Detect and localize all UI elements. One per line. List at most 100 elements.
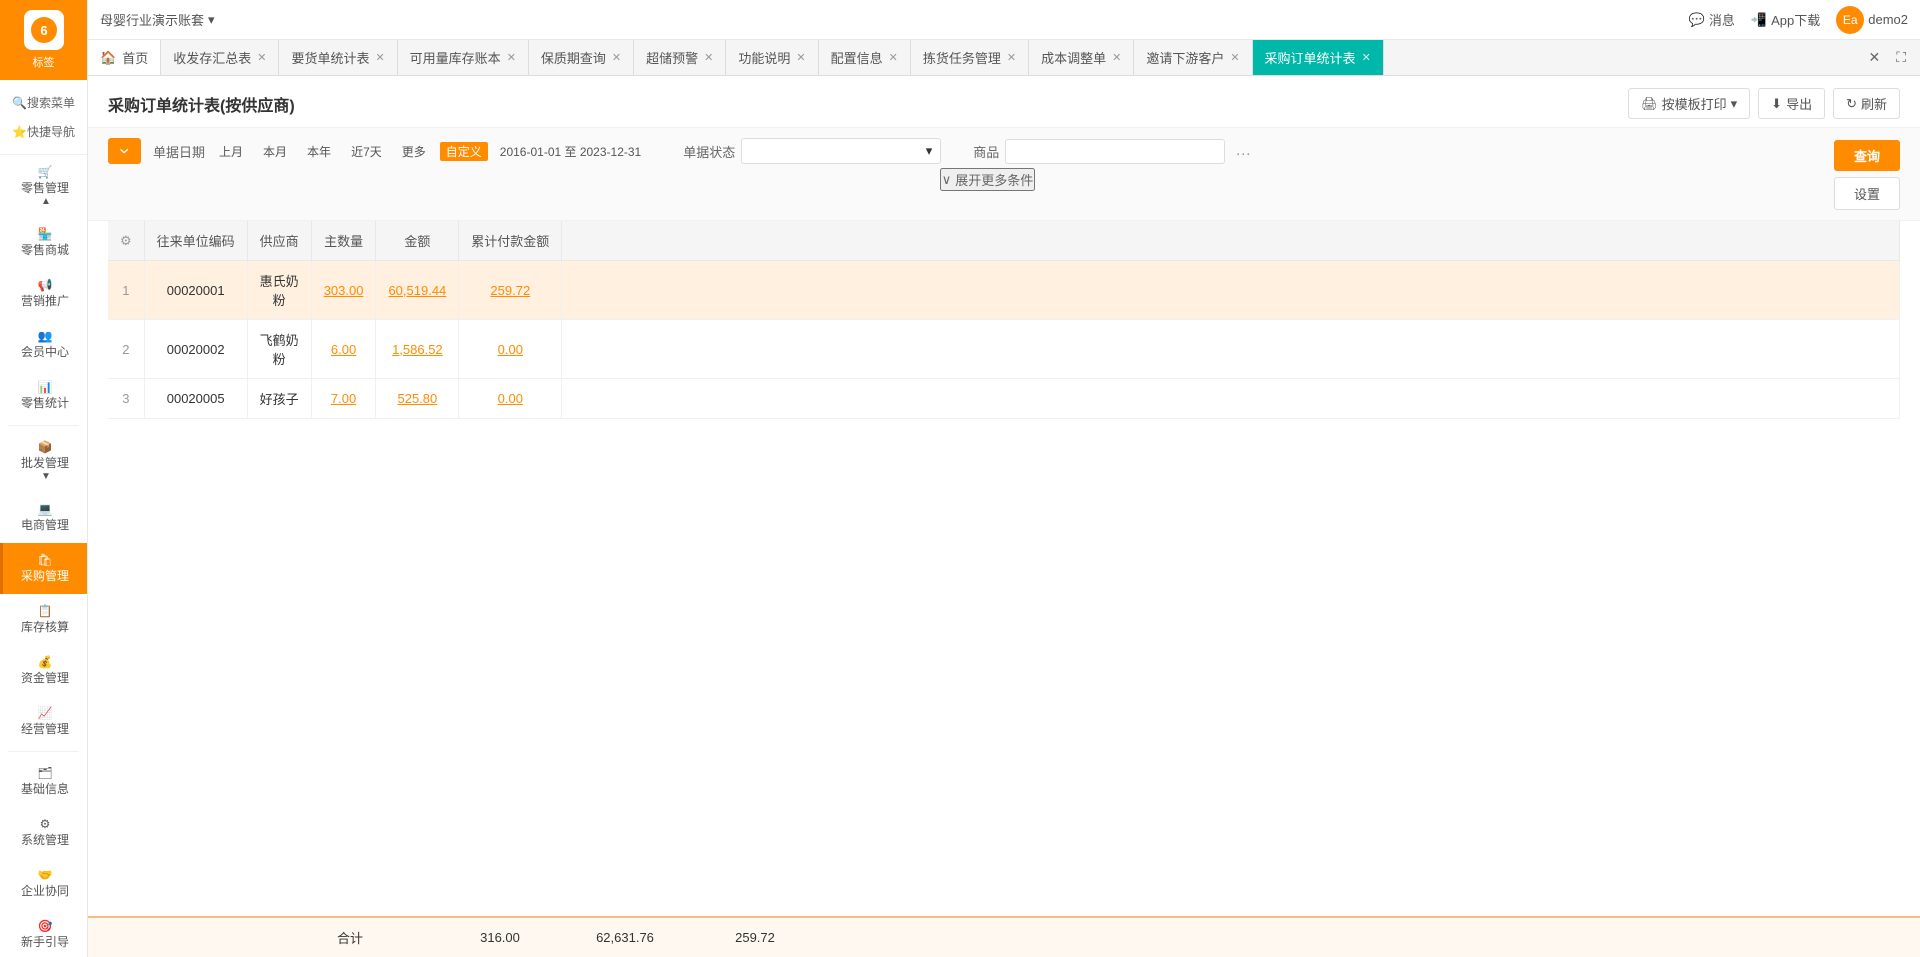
date-custom-tag[interactable]: 自定义	[440, 142, 488, 161]
tab-close-picking-task[interactable]: ✕	[1007, 51, 1016, 64]
sidebar-item-wholesale[interactable]: 📦 批发管理 ▼	[0, 430, 87, 492]
table-row[interactable]: 2 00020002 飞鹤奶粉 6.00 1,586.52 0.00	[108, 320, 1900, 379]
row-paid-3[interactable]: 0.00	[459, 379, 562, 419]
sidebar-item-members[interactable]: 👥 会员中心	[0, 319, 87, 370]
sidebar-item-retail-shop[interactable]: 🏪 零售商城	[0, 217, 87, 268]
row-amount-1[interactable]: 60,519.44	[376, 261, 459, 320]
system-icon: ⚙	[40, 817, 51, 831]
topbar: 母婴行业演示账套 ▾ 💬 消息 📲 App下载 Ea demo2	[88, 0, 1920, 40]
tab-invite-downstream[interactable]: 邀请下游客户 ✕	[1134, 40, 1252, 76]
sidebar-item-enterprise[interactable]: 🤝 企业协同	[0, 858, 87, 909]
shortcut-nav-btn[interactable]: ⭐ 快捷导航	[6, 117, 81, 146]
status-select[interactable]: ▾	[741, 138, 941, 164]
tab-close-overstock-warning[interactable]: ✕	[704, 51, 713, 64]
row-qty-1[interactable]: 303.00	[311, 261, 376, 320]
message-btn[interactable]: 💬 消息	[1689, 10, 1735, 29]
tab-close-config-info[interactable]: ✕	[889, 51, 898, 64]
sidebar-item-retail-stats[interactable]: 📊 零售统计	[0, 370, 87, 421]
date-shortcut-7days[interactable]: 近7天	[343, 141, 390, 162]
tab-close-receive-send[interactable]: ✕	[257, 51, 266, 64]
export-btn[interactable]: ⬇ 导出	[1758, 88, 1825, 119]
sidebar-logo[interactable]: 6 标签	[0, 0, 87, 80]
row-amount-3[interactable]: 525.80	[376, 379, 459, 419]
tab-close-cost-adjust[interactable]: ✕	[1112, 51, 1121, 64]
tab-close-available-stock[interactable]: ✕	[507, 51, 516, 64]
tab-close-purchase-stats[interactable]: ✕	[1362, 51, 1371, 64]
date-shortcut-prev-month[interactable]: 上月	[211, 141, 251, 162]
tab-receive-send[interactable]: 收发存汇总表 ✕	[161, 40, 279, 76]
filter-actions-col: 查询 设置	[1834, 138, 1900, 210]
expand-conditions-btn[interactable]: ∨ 展开更多条件	[940, 168, 1036, 191]
sidebar-item-retail[interactable]: 🛒 零售管理 ▲	[0, 155, 87, 217]
tab-close-function-desc[interactable]: ✕	[796, 51, 805, 64]
sidebar-item-inventory[interactable]: 📋 库存核算	[0, 594, 87, 645]
tab-close-invite-downstream[interactable]: ✕	[1230, 51, 1239, 64]
tab-close-requisition-stats[interactable]: ✕	[375, 51, 384, 64]
print-btn[interactable]: 🖨 按模板打印 ▾	[1628, 88, 1750, 119]
data-table: ⚙ 往来单位编码 供应商 主数量 金额 累计付款金额 1	[108, 221, 1900, 419]
setting-btn[interactable]: 设置	[1834, 177, 1900, 210]
sidebar-item-finance[interactable]: 💰 资金管理	[0, 645, 87, 696]
tab-fullscreen-btn[interactable]: ⛶	[1890, 47, 1912, 68]
tab-purchase-stats[interactable]: 采购订单统计表 ✕	[1253, 40, 1384, 76]
row-paid-2[interactable]: 0.00	[459, 320, 562, 379]
table-wrapper: ⚙ 往来单位编码 供应商 主数量 金额 累计付款金额 1	[88, 221, 1920, 916]
tab-cost-adjust[interactable]: 成本调整单 ✕	[1029, 40, 1134, 76]
row-qty-2[interactable]: 6.00	[311, 320, 376, 379]
store-selector[interactable]: 母婴行业演示账套 ▾	[100, 10, 215, 29]
tab-function-desc[interactable]: 功能说明 ✕	[726, 40, 818, 76]
sidebar-item-operations[interactable]: 📈 经营管理	[0, 696, 87, 747]
sidebar-item-basic[interactable]: 🗂 基础信息	[0, 756, 87, 807]
tab-overstock-warning[interactable]: 超储预警 ✕	[634, 40, 726, 76]
goods-label: 商品	[973, 142, 999, 161]
row-num-3: 3	[108, 379, 144, 419]
table-body: 1 00020001 惠氏奶粉 303.00 60,519.44 259.72 …	[108, 261, 1900, 419]
refresh-btn[interactable]: ↻ 刷新	[1833, 88, 1900, 119]
tab-picking-task[interactable]: 拣货任务管理 ✕	[911, 40, 1029, 76]
inventory-icon: 📋	[38, 604, 53, 618]
sidebar-item-purchase[interactable]: 🛍 采购管理	[0, 543, 87, 594]
chevron-down-icon-status: ▾	[926, 143, 933, 159]
col-settings[interactable]: ⚙	[108, 221, 144, 261]
store-name: 母婴行业演示账套	[100, 10, 204, 29]
message-icon: 💬	[1689, 12, 1705, 28]
sidebar-search-section: 🔍 搜索菜单 ⭐ 快捷导航	[0, 80, 87, 155]
date-shortcut-this-month[interactable]: 本月	[255, 141, 295, 162]
col-amount: 金额	[376, 221, 459, 261]
refresh-icon: ↻	[1846, 96, 1857, 112]
tab-config-info[interactable]: 配置信息 ✕	[819, 40, 911, 76]
app-download-btn[interactable]: 📲 App下载	[1751, 10, 1820, 29]
logo-icon: 6	[24, 10, 64, 50]
tab-close-all-btn[interactable]: ✕	[1862, 47, 1886, 68]
date-shortcut-this-year[interactable]: 本年	[299, 141, 339, 162]
tab-expiry-query[interactable]: 保质期查询 ✕	[529, 40, 634, 76]
tab-home[interactable]: 🏠 首页	[88, 40, 161, 76]
row-amount-2[interactable]: 1,586.52	[376, 320, 459, 379]
goods-input[interactable]	[1005, 139, 1225, 164]
row-qty-3[interactable]: 7.00	[311, 379, 376, 419]
search-menu-btn[interactable]: 🔍 搜索菜单	[6, 88, 81, 117]
tab-requisition-stats[interactable]: 要货单统计表 ✕	[279, 40, 397, 76]
tab-close-expiry-query[interactable]: ✕	[612, 51, 621, 64]
export-icon: ⬇	[1771, 96, 1782, 112]
date-shortcut-more[interactable]: 更多	[394, 141, 434, 162]
user-profile-btn[interactable]: Ea demo2	[1836, 6, 1908, 34]
tab-available-stock[interactable]: 可用量库存账本 ✕	[398, 40, 529, 76]
sidebar-item-system[interactable]: ⚙ 系统管理	[0, 807, 87, 858]
sidebar-item-marketing[interactable]: 📢 营销推广	[0, 268, 87, 319]
ecommerce-icon: 💻	[38, 502, 53, 516]
table-container: ⚙ 往来单位编码 供应商 主数量 金额 累计付款金额 1	[88, 221, 1920, 419]
retail-icon: 🛒	[38, 165, 53, 179]
divider-2	[8, 751, 79, 752]
filter-collapse-btn[interactable]: ›	[108, 138, 141, 164]
query-btn[interactable]: 查询	[1834, 140, 1900, 171]
filter-toggle: ›	[108, 138, 141, 164]
row-paid-1[interactable]: 259.72	[459, 261, 562, 320]
goods-more-btn[interactable]: …	[1231, 138, 1255, 164]
sidebar-item-ecommerce[interactable]: 💻 电商管理	[0, 492, 87, 543]
avatar: Ea	[1836, 6, 1864, 34]
table-row[interactable]: 1 00020001 惠氏奶粉 303.00 60,519.44 259.72	[108, 261, 1900, 320]
page-title: 采购订单统计表(按供应商)	[108, 92, 295, 116]
sidebar-item-newbie[interactable]: 🎯 新手引导	[0, 909, 87, 957]
table-row[interactable]: 3 00020005 好孩子 7.00 525.80 0.00	[108, 379, 1900, 419]
